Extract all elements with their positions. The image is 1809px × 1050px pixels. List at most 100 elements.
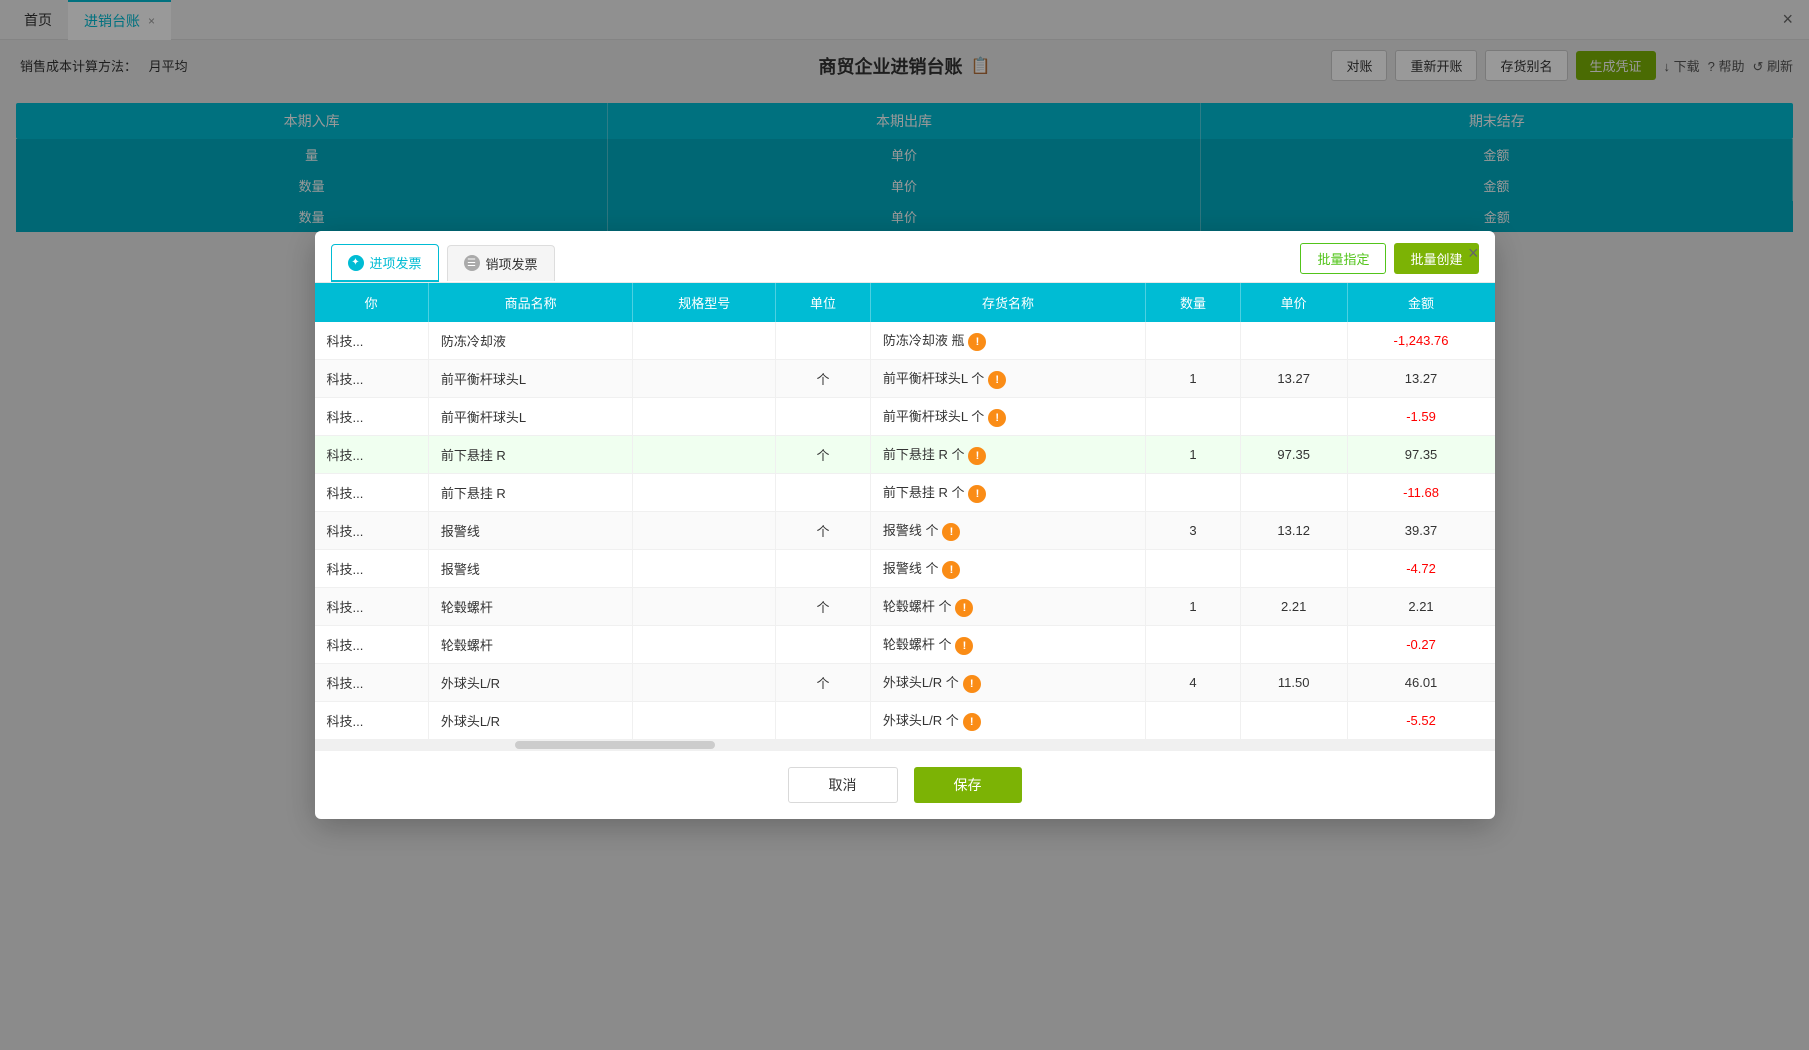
batch-create-button[interactable]: 批量创建: [1394, 243, 1478, 274]
cell-price: [1240, 398, 1347, 436]
cell-spec: [633, 436, 776, 474]
cell-qty: [1146, 626, 1241, 664]
cell-store: 前平衡杆球头L 个!: [870, 360, 1145, 398]
cell-amount: -1.59: [1347, 398, 1494, 436]
cell-col1: 科技...: [315, 550, 429, 588]
cell-price: [1240, 550, 1347, 588]
cell-amount: 39.37: [1347, 512, 1494, 550]
cell-qty: 1: [1146, 436, 1241, 474]
cell-unit: [776, 474, 871, 512]
cell-unit: 个: [776, 436, 871, 474]
th-qty: 数量: [1146, 283, 1241, 322]
table-row[interactable]: 科技... 轮毂螺杆 轮毂螺杆 个! -0.27: [315, 626, 1495, 664]
cell-store: 外球头L/R 个!: [870, 702, 1145, 740]
warn-icon: !: [955, 637, 973, 655]
cell-qty: [1146, 702, 1241, 740]
warn-icon: !: [942, 561, 960, 579]
cell-amount: -4.72: [1347, 550, 1494, 588]
cell-price: [1240, 626, 1347, 664]
modal-close-button[interactable]: ×: [1468, 243, 1479, 264]
cell-col1: 科技...: [315, 512, 429, 550]
table-body: 科技... 防冻冷却液 防冻冷却液 瓶! -1,243.76 科技... 前平衡…: [315, 322, 1495, 740]
cell-amount: -11.68: [1347, 474, 1494, 512]
cell-qty: [1146, 550, 1241, 588]
cell-unit: [776, 398, 871, 436]
th-price: 单价: [1240, 283, 1347, 322]
cancel-button[interactable]: 取消: [788, 767, 898, 803]
table-row[interactable]: 科技... 报警线 报警线 个! -4.72: [315, 550, 1495, 588]
table-row[interactable]: 科技... 轮毂螺杆 个 轮毂螺杆 个! 1 2.21 2.21: [315, 588, 1495, 626]
cell-unit: 个: [776, 360, 871, 398]
cell-qty: [1146, 474, 1241, 512]
cell-col1: 科技...: [315, 588, 429, 626]
warn-icon: !: [968, 447, 986, 465]
cell-store: 外球头L/R 个!: [870, 664, 1145, 702]
th-name: 商品名称: [428, 283, 633, 322]
th-amount: 金额: [1347, 283, 1494, 322]
cell-store: 报警线 个!: [870, 512, 1145, 550]
table-row[interactable]: 科技... 外球头L/R 外球头L/R 个! -5.52: [315, 702, 1495, 740]
purchase-tab-icon: ✦: [348, 255, 364, 271]
save-button[interactable]: 保存: [914, 767, 1022, 803]
th-unit: 单位: [776, 283, 871, 322]
scrollbar-thumb[interactable]: [515, 741, 715, 749]
cell-name: 报警线: [428, 550, 633, 588]
cell-name: 轮毂螺杆: [428, 588, 633, 626]
cell-unit: 个: [776, 664, 871, 702]
cell-spec: [633, 664, 776, 702]
warn-icon: !: [988, 371, 1006, 389]
cell-unit: [776, 322, 871, 360]
batch-assign-button[interactable]: 批量指定: [1300, 243, 1386, 274]
cell-name: 轮毂螺杆: [428, 626, 633, 664]
table-header: 你 商品名称 规格型号 单位 存货名称 数量 单价 金额: [315, 283, 1495, 322]
cell-amount: 2.21: [1347, 588, 1494, 626]
cell-spec: [633, 702, 776, 740]
cell-amount: -0.27: [1347, 626, 1494, 664]
table-row[interactable]: 科技... 前平衡杆球头L 个 前平衡杆球头L 个! 1 13.27 13.27: [315, 360, 1495, 398]
tab-purchase-invoice[interactable]: ✦ 进项发票: [331, 244, 439, 282]
cell-price: 2.21: [1240, 588, 1347, 626]
purchase-tab-label: 进项发票: [370, 253, 422, 272]
cell-col1: 科技...: [315, 664, 429, 702]
invoice-table: 你 商品名称 规格型号 单位 存货名称 数量 单价 金额 科技... 防冻冷却液: [315, 283, 1495, 740]
cell-spec: [633, 360, 776, 398]
cell-qty: 3: [1146, 512, 1241, 550]
sales-tab-icon: ☰: [464, 255, 480, 271]
cell-price: 97.35: [1240, 436, 1347, 474]
modal-table-container: 你 商品名称 规格型号 单位 存货名称 数量 单价 金额 科技... 防冻冷却液: [315, 283, 1495, 740]
modal-overlay: × ✦ 进项发票 ☰ 销项发票 批量指定 批量创建 你 商品名称: [0, 0, 1809, 1050]
cell-price: [1240, 322, 1347, 360]
sales-tab-label: 销项发票: [486, 254, 538, 273]
table-row[interactable]: 科技... 前下悬挂 R 个 前下悬挂 R 个! 1 97.35 97.35: [315, 436, 1495, 474]
cell-name: 防冻冷却液: [428, 322, 633, 360]
cell-qty: 1: [1146, 588, 1241, 626]
cell-unit: [776, 550, 871, 588]
cell-name: 报警线: [428, 512, 633, 550]
table-row[interactable]: 科技... 前平衡杆球头L 前平衡杆球头L 个! -1.59: [315, 398, 1495, 436]
th-store: 存货名称: [870, 283, 1145, 322]
cell-unit: [776, 626, 871, 664]
warn-icon: !: [963, 713, 981, 731]
cell-name: 前平衡杆球头L: [428, 360, 633, 398]
cell-store: 前下悬挂 R 个!: [870, 436, 1145, 474]
table-row[interactable]: 科技... 防冻冷却液 防冻冷却液 瓶! -1,243.76: [315, 322, 1495, 360]
table-row[interactable]: 科技... 外球头L/R 个 外球头L/R 个! 4 11.50 46.01: [315, 664, 1495, 702]
cell-spec: [633, 512, 776, 550]
cell-spec: [633, 626, 776, 664]
cell-store: 前下悬挂 R 个!: [870, 474, 1145, 512]
tab-sales-invoice[interactable]: ☰ 销项发票: [447, 245, 555, 281]
cell-store: 报警线 个!: [870, 550, 1145, 588]
modal-dialog: × ✦ 进项发票 ☰ 销项发票 批量指定 批量创建 你 商品名称: [315, 231, 1495, 819]
cell-col1: 科技...: [315, 436, 429, 474]
cell-name: 前平衡杆球头L: [428, 398, 633, 436]
cell-qty: [1146, 322, 1241, 360]
table-row[interactable]: 科技... 报警线 个 报警线 个! 3 13.12 39.37: [315, 512, 1495, 550]
horizontal-scrollbar[interactable]: [315, 740, 1495, 750]
warn-icon: !: [963, 675, 981, 693]
modal-footer: 取消 保存: [315, 750, 1495, 819]
cell-amount: 46.01: [1347, 664, 1494, 702]
th-spec: 规格型号: [633, 283, 776, 322]
table-row[interactable]: 科技... 前下悬挂 R 前下悬挂 R 个! -11.68: [315, 474, 1495, 512]
cell-price: 11.50: [1240, 664, 1347, 702]
cell-unit: 个: [776, 512, 871, 550]
